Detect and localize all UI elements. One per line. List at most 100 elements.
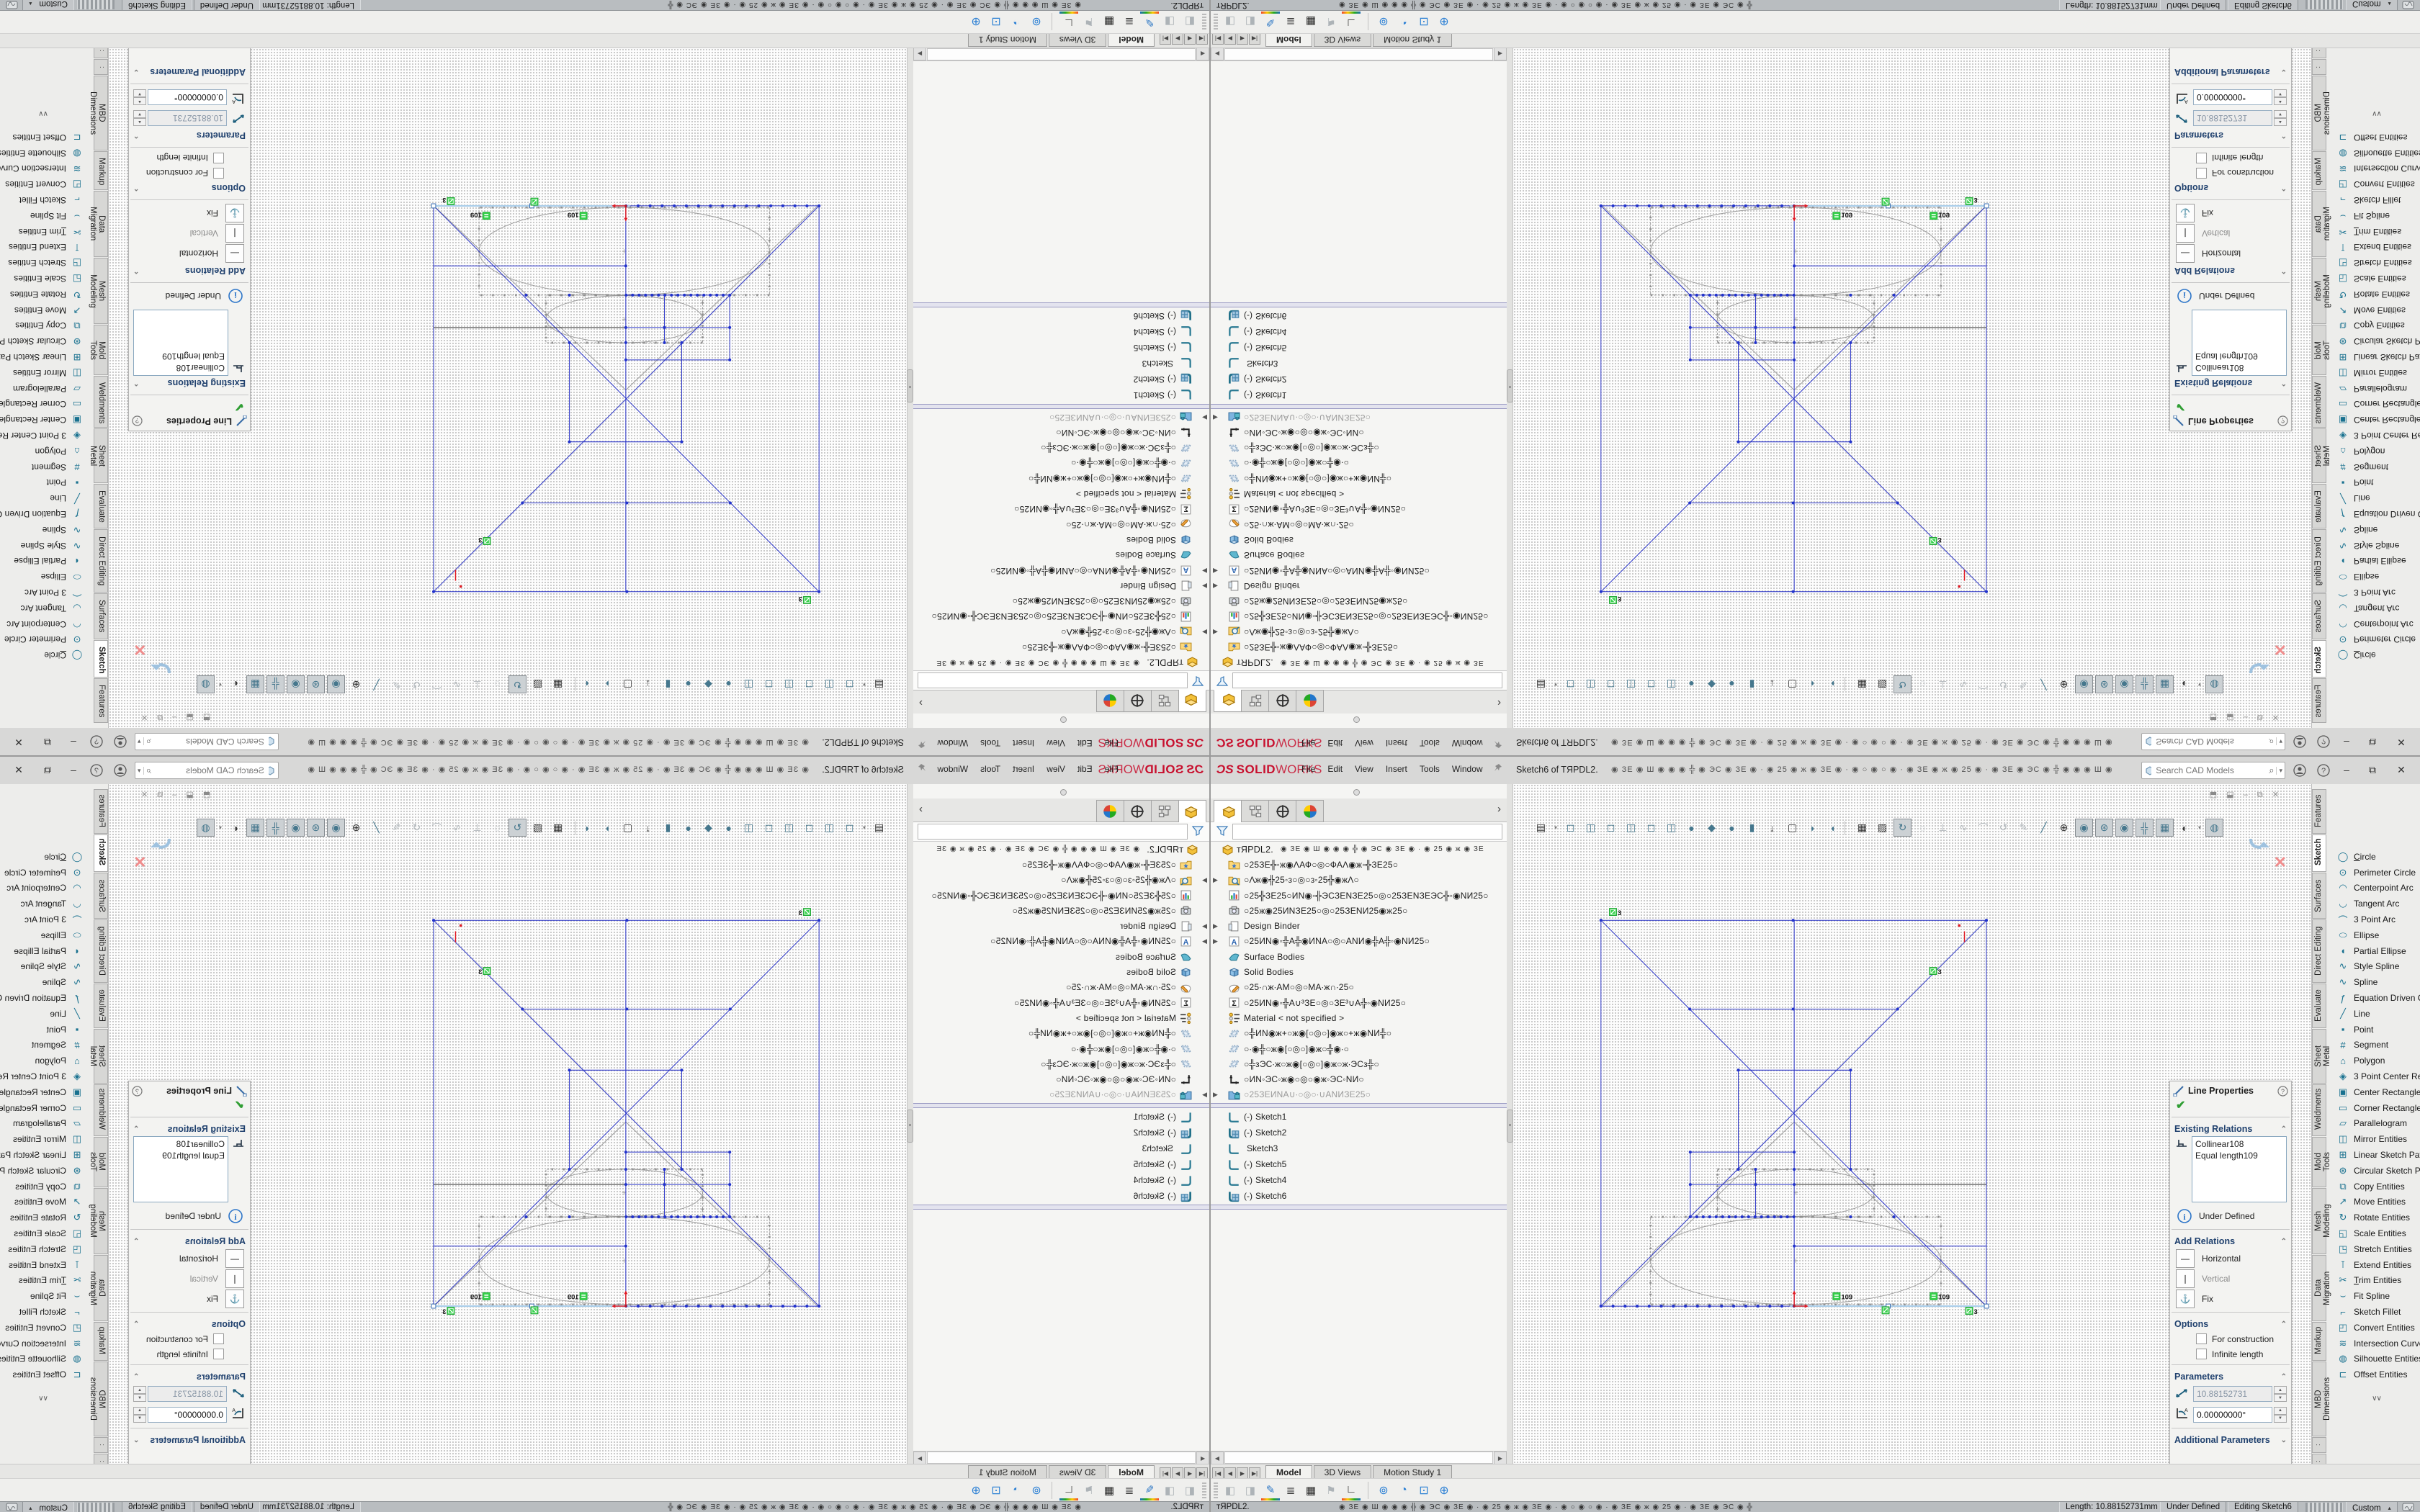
status-stamp-icon[interactable] [2402,0,2415,10]
tree-row-sketch3[interactable]: Sketch3 [913,1140,1209,1156]
tool-intersection-curve[interactable]: ≋Intersection Curve [2331,1336,2420,1351]
ink-toolbar-button[interactable]: ▦ [1301,13,1320,30]
palette-tab-mold-tools[interactable]: Mold Tools [94,325,108,375]
add-relation-vertical[interactable]: ❘Vertical [129,1269,250,1289]
search-icon[interactable]: ⌕ [146,736,151,747]
tool-polygon[interactable]: ⌂Polygon [2331,1053,2420,1068]
palette-tab-surfaces[interactable]: Surfaces [94,873,108,919]
tool-style-spline[interactable]: ∿Style Spline [0,959,89,975]
tab-configurationmanager[interactable] [1124,800,1152,822]
ink-toolbar-button[interactable]: ⊚ [1374,13,1393,30]
tree-row[interactable]: ▶○Λж◉╬25◦з○◎○з◦25╬◉жΛ○ [1211,873,1507,888]
pin-icon[interactable] [1493,762,1505,774]
tool-stretch-entities[interactable]: ◳Stretch Entities [2331,1241,2420,1257]
ink-toolbar-button[interactable]: ⊕ [967,1482,985,1499]
fix-icon[interactable]: ⚓ [2176,1290,2195,1308]
menu-view[interactable]: View [1044,762,1068,775]
section-add-relations[interactable]: Add Relations⌃ [2170,264,2291,279]
menu-file[interactable]: File [1102,762,1121,775]
length-spinner[interactable]: ▲▼ [2274,110,2287,126]
tool-rotate-entities[interactable]: ↻Rotate Entities [0,287,89,302]
tree-row[interactable]: Surface Bodies [913,949,1209,964]
tool-parallelogram[interactable]: ▱Parallelogram [0,381,89,397]
tool-sketch-fillet[interactable]: ⌐Sketch Fillet [2331,192,2420,208]
accept-checkmark-icon[interactable]: ✔ [2170,398,2291,414]
palette-tab-surfaces[interactable]: Surfaces [2312,593,2326,639]
palette-expand-icon[interactable]: ∨∨ [2331,1395,2420,1403]
tool-linear-sketch-pattern[interactable]: ⊞Linear Sketch Pattern [0,1147,89,1163]
tool-scale-entities[interactable]: ◱Scale Entities [0,271,89,287]
tool-convert-entities[interactable]: ◰Convert Entities [0,176,89,192]
tree-row-sketch6[interactable]: (-)Sketch6 [913,1188,1209,1204]
tree-row-sketch6[interactable]: (-)Sketch6 [1211,1188,1507,1204]
tool-fit-spline[interactable]: ⌣Fit Spline [0,208,89,224]
tool-3-point-center-recta-[interactable]: ◈3 Point Center Recta... [0,428,89,444]
tree-row[interactable]: ○∙◉╬○ж◉[○◎○]◉ж○╬◉∙○ [913,1041,1209,1056]
tool-fit-spline[interactable]: ⌣Fit Spline [0,1288,89,1304]
palette-tab-mbd-dimensions[interactable]: MBD Dimensions [94,76,108,150]
section-parameters[interactable]: Parameters⌃ [2170,1368,2291,1384]
ink-toolbar-button[interactable]: ◨ [1160,1482,1179,1499]
length-spinner[interactable]: ▲▼ [133,1386,146,1402]
expand-arrow-icon[interactable]: ▶ [1213,582,1220,590]
tool-point[interactable]: ▪Point [0,474,89,490]
ink-toolbar-button[interactable]: ⊕ [1435,13,1453,30]
tool-move-entities[interactable]: ↗Move Entities [2331,302,2420,318]
quick-access-toolbar[interactable]: ◉ ЗЕ ◉ Ш ◉ ◉ ◉ ╬ ◉ ЭС ◉ ЗЕ ◉ · ◉ 25 ◉ ж … [1611,765,2130,774]
quick-access-toolbar[interactable]: ◉ ЗЕ ◉ Ш ◉ ◉ ◉ ╬ ◉ ЭС ◉ ЗЕ ◉ · ◉ 25 ◉ ж … [290,738,809,747]
tree-row[interactable]: ○╬зЭС∙ж○ж◉[○◎○]◉ж○ж∙ЭСз╬○ [913,1056,1209,1071]
relation-item[interactable]: Equal length109 [137,351,225,362]
tool-circular-sketch-pattern[interactable]: ⊛Circular Sketch Pattern [2331,1163,2420,1179]
tool-extend-entities[interactable]: ⊺Extend Entities [0,239,89,255]
palette-tab-direct-editing[interactable]: Direct Editing [2312,529,2326,593]
checkbox[interactable] [2196,1333,2207,1344]
panel-splitter-handle[interactable] [907,369,913,402]
palette-tab-evaluate[interactable]: Evaluate [2312,984,2326,1028]
restore-button[interactable]: ⧉ [37,732,58,752]
tabs-overflow-icon[interactable]: › [919,803,923,815]
tool-circle[interactable]: ◯Circle [2331,647,2420,663]
accept-checkmark-icon[interactable]: ✔ [129,398,250,414]
tool-copy-entities[interactable]: ⧉Copy Entities [0,1179,89,1194]
palette-tab-sketch[interactable]: Sketch [94,640,108,678]
search-icon[interactable]: ⌕ [146,765,151,776]
menu-edit[interactable]: Edit [1325,762,1345,775]
tool-equation-driven-curve[interactable]: ƒEquation Driven Curve [2331,506,2420,522]
doc-tab-model[interactable]: Model [1108,33,1155,47]
tree-row[interactable]: ▶○25ЗЕИNА∪∙○◎○∙∪АNИЗЕ25○ [1211,1087,1507,1102]
tree-filter-input[interactable] [1232,672,1502,688]
tool-circular-sketch-pattern[interactable]: ⊛Circular Sketch Pattern [0,1163,89,1179]
tree-horizontal-scrollbar[interactable]: ◀ ▶ [913,48,1209,61]
ink-toolbar-button[interactable]: ∟ [1059,1481,1078,1500]
existing-relations-list[interactable]: Collinear108Equal length109 [133,1136,228,1202]
pin-icon[interactable] [915,738,927,750]
menu-file[interactable]: File [1299,737,1318,750]
tree-row[interactable]: ○∙◉╬○ж◉[○◎○]◉ж○╬◉∙○ [1211,1041,1507,1056]
search-input[interactable] [2154,736,2269,747]
ink-toolbar-button[interactable]: ◔ [1394,1482,1413,1499]
relation-item[interactable]: Equal length109 [2195,1150,2283,1161]
fix-icon[interactable]: ⚓ [2176,204,2195,222]
ink-toolbar-button[interactable]: ∟ [1342,1481,1361,1500]
tree-row-sketch3[interactable]: Sketch3 [1211,1140,1507,1156]
search-box[interactable]: ⌕ ▾ [135,733,279,750]
tab-scroll-buttons[interactable]: |◀◀▶▶| [1159,33,1208,45]
tree-row[interactable]: ▶○Λж◉╬25◦з○◎○з◦25╬◉жΛ○ [1211,624,1507,639]
tree-row[interactable]: ○∙◉╬○ж◉[○◎○]◉ж○╬◉∙○ [913,456,1209,471]
option-for-construction[interactable]: For construction [129,166,250,181]
palette-tab-mesh-modeling[interactable]: Mesh Modeling [2312,1188,2326,1254]
tool-fit-spline[interactable]: ⌣Fit Spline [2331,208,2420,224]
checkbox[interactable] [213,1333,224,1344]
tool-trim-entities[interactable]: ✂Trim Entities [2331,224,2420,240]
search-caret-icon[interactable]: ▾ [135,767,144,775]
tool-corner-rectangle[interactable]: ▭Corner Rectangle [2331,396,2420,412]
expand-arrow-icon[interactable]: ▶ [1200,567,1207,575]
length-value-field[interactable]: 10.88152731 [148,110,227,126]
panel-help-icon[interactable]: ? [2277,1086,2288,1097]
palette-tab-evaluate[interactable]: Evaluate [2312,484,2326,528]
tool-partial-ellipse[interactable]: ◖Partial Ellipse [2331,943,2420,959]
expand-arrow-icon[interactable]: ▶ [1213,413,1220,421]
palette-tab-mbd-dimensions[interactable]: MBD Dimensions [94,1362,108,1436]
tool-3-point-arc[interactable]: ⌒3 Point Arc [2331,912,2420,927]
palette-tab-sheet-metal[interactable]: Sheet Metal [2312,428,2326,483]
